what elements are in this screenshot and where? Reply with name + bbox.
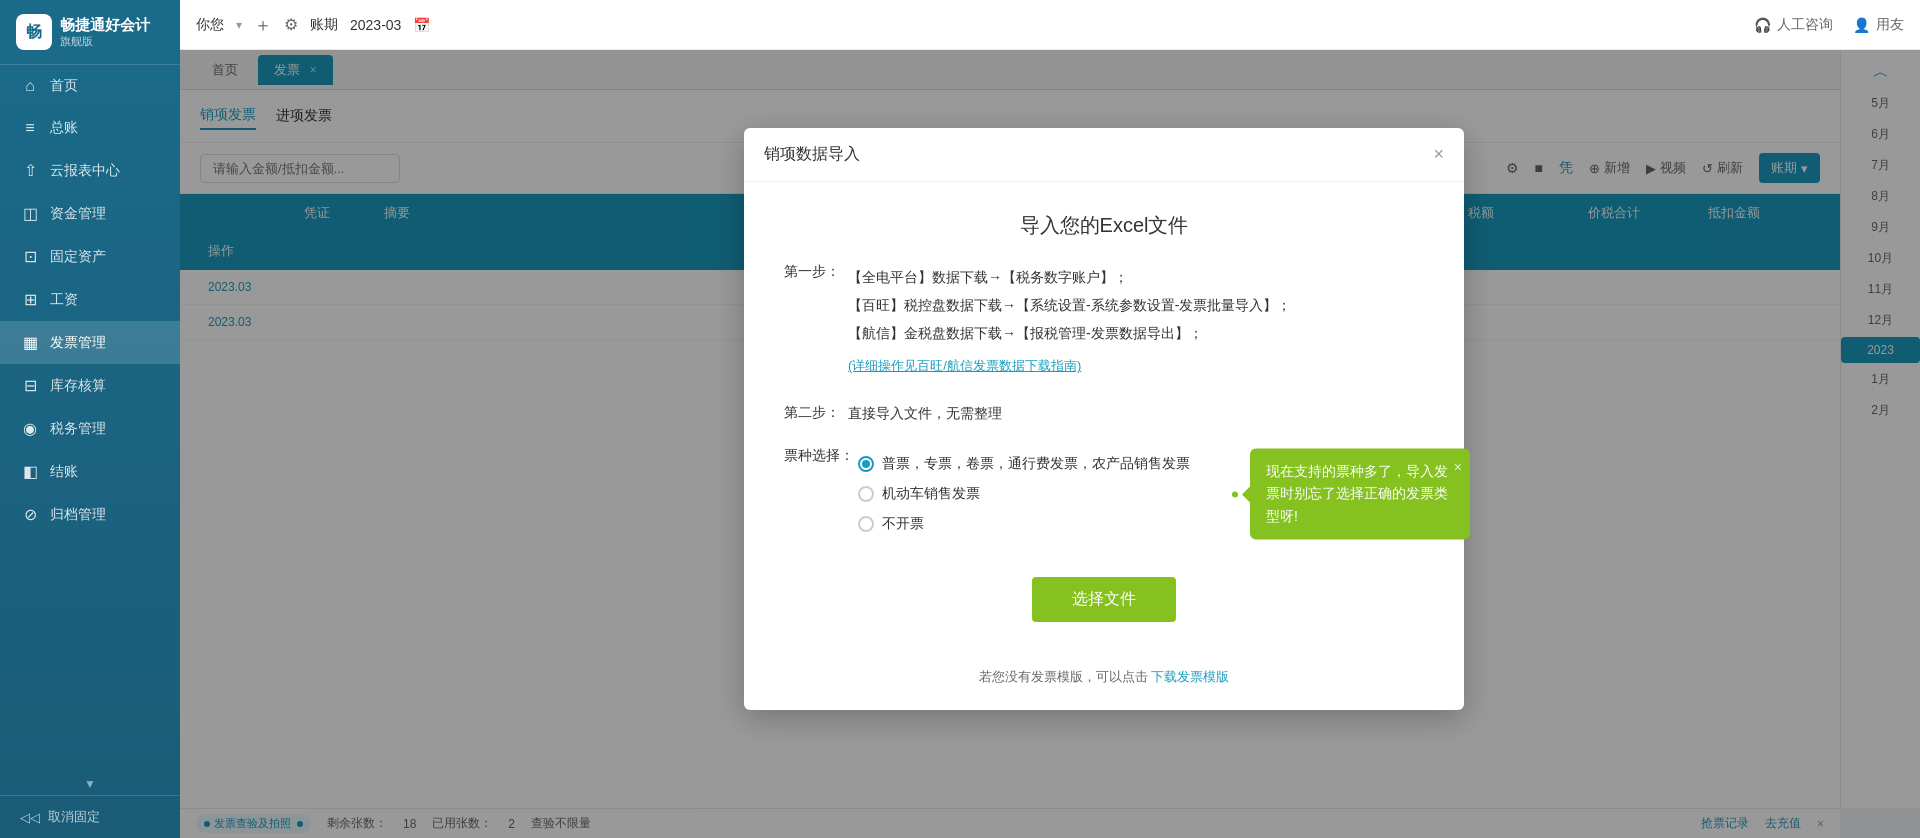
cancel-fixed-icon: ◁◁	[20, 810, 40, 825]
topbar: 你您 ▾ ＋ ⚙ 账期 2023-03 📅 🎧 人工咨询 👤 用友	[180, 0, 1920, 50]
topbar-dropdown-arrow[interactable]: ▾	[236, 18, 242, 32]
sidebar-item-label: 税务管理	[50, 420, 106, 438]
import-modal: 销项数据导入 × 导入您的Excel文件 第一步： 【全电平台】数据下载→【税务…	[744, 128, 1464, 710]
step2: 第二步： 直接导入文件，无需整理	[784, 399, 1424, 427]
ticket-section: 票种选择： 普票，专票，卷票，通行费发票，农产品销售发票 机动车销售发票 × 现…	[784, 447, 1424, 553]
home-icon: ⌂	[20, 77, 40, 95]
modal-main-title: 导入您的Excel文件	[784, 212, 1424, 239]
sidebar-scroll-down[interactable]: ▼	[0, 773, 180, 795]
cloud-icon: ⇧	[20, 161, 40, 180]
sidebar-item-ledger[interactable]: ≡ 总账	[0, 107, 180, 149]
sidebar-item-archive[interactable]: ⊘ 归档管理	[0, 493, 180, 536]
step1: 第一步： 【全电平台】数据下载→【税务数字账户】； 【百旺】税控盘数据下载→【系…	[784, 263, 1424, 379]
ticket-label: 票种选择：	[784, 447, 854, 465]
user-label: 用友	[1876, 16, 1904, 34]
modal-body: 导入您的Excel文件 第一步： 【全电平台】数据下载→【税务数字账户】； 【百…	[744, 182, 1464, 668]
radio-dot-0	[862, 460, 870, 468]
download-template-link[interactable]: 下载发票模版	[1151, 669, 1229, 684]
tax-icon: ◉	[20, 419, 40, 438]
modal-title: 销项数据导入	[764, 144, 860, 165]
ledger-icon: ≡	[20, 119, 40, 137]
sidebar-item-label: 固定资产	[50, 248, 106, 266]
sidebar-item-label: 总账	[50, 119, 78, 137]
footer-text: 若您没有发票模版，可以点击	[979, 669, 1148, 684]
cancel-fixed-button[interactable]: ◁◁ 取消固定	[0, 795, 180, 838]
modal-header: 销项数据导入 ×	[744, 128, 1464, 182]
user-area[interactable]: 👤 用友	[1853, 16, 1904, 34]
sidebar-logo: 畅 畅捷通好会计 旗舰版	[0, 0, 180, 65]
sidebar-item-inventory[interactable]: ⊟ 库存核算	[0, 364, 180, 407]
logo-icon: 畅	[16, 14, 52, 50]
radio-label-0: 普票，专票，卷票，通行费发票，农产品销售发票	[882, 455, 1190, 473]
sidebar-item-label: 库存核算	[50, 377, 106, 395]
step1-line2: 【百旺】税控盘数据下载→【系统设置-系统参数设置-发票批量导入】；	[848, 291, 1291, 319]
sidebar: 畅 畅捷通好会计 旗舰版 ⌂ 首页 ≡ 总账 ⇧ 云报表中心 ◫ 资金管理 ⊡ …	[0, 0, 180, 838]
sidebar-item-home[interactable]: ⌂ 首页	[0, 65, 180, 107]
sidebar-item-checkout[interactable]: ◧ 结账	[0, 450, 180, 493]
step1-label: 第一步：	[784, 263, 840, 281]
tooltip-dot	[1230, 489, 1240, 499]
radio-label-1: 机动车销售发票	[882, 485, 980, 503]
radio-label-2: 不开票	[882, 515, 924, 533]
salary-icon: ⊞	[20, 290, 40, 309]
sidebar-item-label: 资金管理	[50, 205, 106, 223]
topbar-user: 你您	[196, 16, 224, 34]
sidebar-item-fixed-assets[interactable]: ⊡ 固定资产	[0, 235, 180, 278]
radio-item-2[interactable]: 不开票	[858, 515, 1190, 533]
sidebar-item-salary[interactable]: ⊞ 工资	[0, 278, 180, 321]
logo-subtitle: 旗舰版	[60, 34, 150, 49]
step1-line1: 【全电平台】数据下载→【税务数字账户】；	[848, 263, 1291, 291]
archive-icon: ⊘	[20, 505, 40, 524]
sidebar-item-label: 工资	[50, 291, 78, 309]
topbar-right: 🎧 人工咨询 👤 用友	[1754, 16, 1904, 34]
radio-circle-1	[858, 486, 874, 502]
sidebar-item-fund[interactable]: ◫ 资金管理	[0, 192, 180, 235]
step1-line3: 【航信】金税盘数据下载→【报税管理-发票数据导出】；	[848, 319, 1291, 347]
radio-item-0[interactable]: 普票，专票，卷票，通行费发票，农产品销售发票	[858, 455, 1190, 473]
support-button[interactable]: 🎧 人工咨询	[1754, 16, 1833, 34]
cancel-fixed-label: 取消固定	[48, 808, 100, 826]
topbar-settings-button[interactable]: ⚙	[284, 15, 298, 34]
support-label: 人工咨询	[1777, 16, 1833, 34]
step2-label: 第二步：	[784, 404, 840, 422]
modal-footer: 若您没有发票模版，可以点击 下载发票模版	[744, 668, 1464, 710]
sidebar-item-label: 云报表中心	[50, 162, 120, 180]
headset-icon: 🎧	[1754, 17, 1771, 33]
radio-circle-0	[858, 456, 874, 472]
step2-content: 直接导入文件，无需整理	[848, 399, 1002, 427]
sidebar-item-invoice[interactable]: ▦ 发票管理	[0, 321, 180, 364]
radio-group: 普票，专票，卷票，通行费发票，农产品销售发票 机动车销售发票 × 现在支持的票种…	[858, 455, 1190, 545]
fund-icon: ◫	[20, 204, 40, 223]
inventory-icon: ⊟	[20, 376, 40, 395]
topbar-period-value: 2023-03	[350, 17, 401, 33]
select-file-button[interactable]: 选择文件	[1032, 577, 1176, 622]
sidebar-item-label: 发票管理	[50, 334, 106, 352]
sidebar-item-label: 归档管理	[50, 506, 106, 524]
sidebar-item-label: 首页	[50, 77, 78, 95]
download-guide-link[interactable]: (详细操作见百旺/航信发票数据下载指南)	[848, 358, 1081, 373]
modal-close-button[interactable]: ×	[1433, 144, 1444, 165]
sidebar-item-cloud-report[interactable]: ⇧ 云报表中心	[0, 149, 180, 192]
tooltip-text: 现在支持的票种多了，导入发票时别忘了选择正确的发票类型呀!	[1266, 463, 1448, 524]
step1-content: 【全电平台】数据下载→【税务数字账户】； 【百旺】税控盘数据下载→【系统设置-系…	[848, 263, 1291, 379]
ticket-tooltip: × 现在支持的票种多了，导入发票时别忘了选择正确的发票类型呀!	[1250, 448, 1470, 539]
sidebar-nav: ⌂ 首页 ≡ 总账 ⇧ 云报表中心 ◫ 资金管理 ⊡ 固定资产 ⊞ 工资 ▦ 发…	[0, 65, 180, 773]
fixed-assets-icon: ⊡	[20, 247, 40, 266]
invoice-icon: ▦	[20, 333, 40, 352]
topbar-add-button[interactable]: ＋	[254, 13, 272, 37]
topbar-calendar-icon[interactable]: 📅	[413, 17, 430, 33]
sidebar-item-tax[interactable]: ◉ 税务管理	[0, 407, 180, 450]
tooltip-close-button[interactable]: ×	[1454, 456, 1462, 478]
radio-item-1[interactable]: 机动车销售发票 × 现在支持的票种多了，导入发票时别忘了选择正确的发票类型呀!	[858, 485, 1190, 503]
topbar-period-label: 账期	[310, 16, 338, 34]
logo-title: 畅捷通好会计	[60, 16, 150, 34]
radio-circle-2	[858, 516, 874, 532]
sidebar-item-label: 结账	[50, 463, 78, 481]
user-icon: 👤	[1853, 17, 1870, 33]
checkout-icon: ◧	[20, 462, 40, 481]
